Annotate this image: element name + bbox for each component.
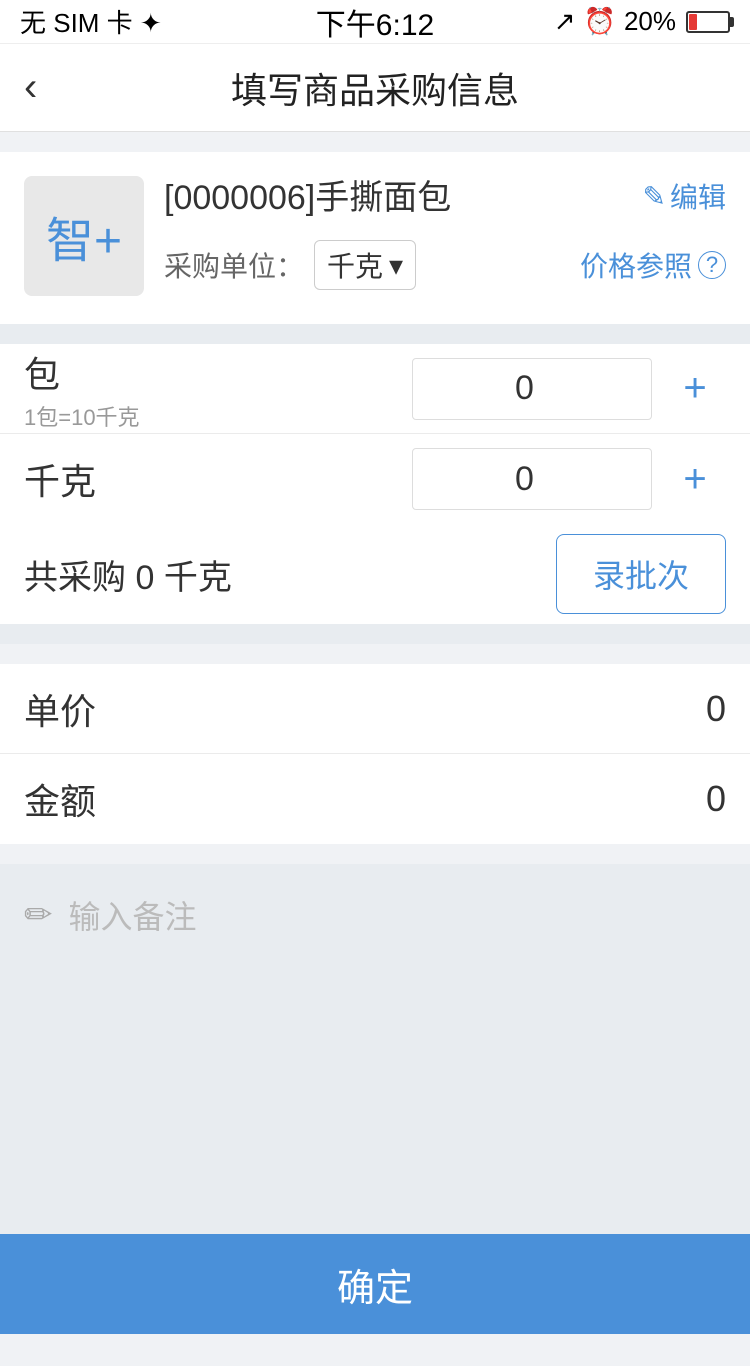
amount-value: 0 xyxy=(706,778,726,820)
confirm-button[interactable]: 确定 xyxy=(0,1234,750,1334)
package-sub-label: 1包=10千克 xyxy=(24,400,144,432)
dropdown-icon: ▾ xyxy=(389,249,403,282)
package-plus-button[interactable]: + xyxy=(664,358,726,420)
page-title: 填写商品采购信息 xyxy=(231,62,519,114)
nav-bar: ‹ 填写商品采购信息 xyxy=(0,44,750,132)
product-logo: 智+ xyxy=(46,201,122,271)
sim-status: 无 SIM 卡 ✦ xyxy=(20,3,162,40)
price-reference-button[interactable]: 价格参照 ? xyxy=(580,245,726,285)
unit-label: 采购单位： 千克 ▾ xyxy=(164,240,416,290)
back-button[interactable]: ‹ xyxy=(24,57,53,118)
package-row: 包 1包=10千克 + xyxy=(0,344,750,434)
package-label: 包 xyxy=(24,346,144,398)
battery-percent: 20% xyxy=(624,6,676,37)
unit-price-label: 单价 xyxy=(24,683,96,735)
product-name: [0000006]手撕面包 xyxy=(164,176,633,220)
location-icon: ↗ xyxy=(554,6,576,37)
product-info: [0000006]手撕面包 ✎ 编辑 采购单位： 千克 ▾ xyxy=(164,176,726,290)
status-left: 无 SIM 卡 ✦ xyxy=(20,3,162,40)
unit-price-value: 0 xyxy=(706,688,726,730)
battery-icon xyxy=(686,11,730,33)
kg-plus-button[interactable]: + xyxy=(664,448,726,510)
amount-label: 金额 xyxy=(24,773,96,825)
product-section: 智+ [0000006]手撕面包 ✎ 编辑 采购单位： xyxy=(0,152,750,324)
remark-section[interactable]: ✏ 输入备注 xyxy=(0,864,750,966)
info-icon: ? xyxy=(698,251,726,279)
alarm-icon: ⏰ xyxy=(584,6,616,37)
kg-input[interactable] xyxy=(412,448,652,510)
edit-button[interactable]: ✎ 编辑 xyxy=(643,176,726,216)
unit-select[interactable]: 千克 ▾ xyxy=(314,240,416,290)
price-section: 单价 0 金额 0 xyxy=(0,664,750,844)
record-batch-button[interactable]: 录批次 xyxy=(556,534,726,614)
status-bar: 无 SIM 卡 ✦ 下午6:12 ↗ ⏰ 20% xyxy=(0,0,750,44)
amount-row: 金额 0 xyxy=(0,754,750,844)
section-divider-2 xyxy=(0,624,750,644)
empty-space xyxy=(0,966,750,1266)
summary-value: 0 xyxy=(135,559,154,597)
unit-price-row: 单价 0 xyxy=(0,664,750,754)
remark-placeholder: 输入备注 xyxy=(69,892,197,938)
kg-row: 千克 + xyxy=(0,434,750,524)
package-input[interactable] xyxy=(412,358,652,420)
input-section: 包 1包=10千克 + 千克 + xyxy=(0,344,750,524)
status-time: 下午6:12 xyxy=(316,0,434,44)
summary-text: 共采购 0 千克 xyxy=(24,550,232,599)
summary-row: 共采购 0 千克 录批次 xyxy=(0,524,750,624)
product-image: 智+ xyxy=(24,176,144,296)
pencil-icon: ✏ xyxy=(24,895,53,935)
kg-label: 千克 xyxy=(24,453,144,505)
status-right: ↗ ⏰ 20% xyxy=(554,6,730,37)
edit-icon: ✎ xyxy=(643,180,666,213)
section-divider-1 xyxy=(0,324,750,344)
